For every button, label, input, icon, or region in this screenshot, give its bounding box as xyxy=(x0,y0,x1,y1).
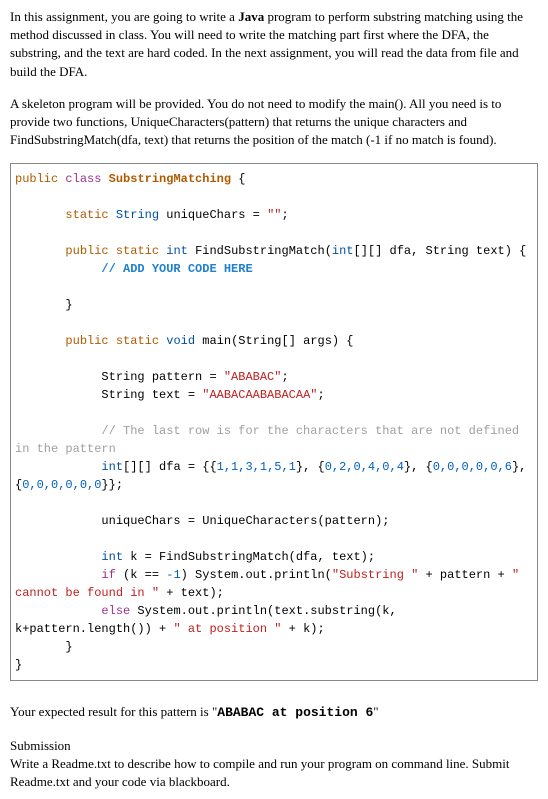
intro-text-2: A skeleton program will be provided. You… xyxy=(10,96,501,147)
comment: // The last row is for the characters th… xyxy=(15,424,526,456)
txt: k = FindSubstringMatch(dfa, text); xyxy=(123,550,375,564)
txt: ; xyxy=(281,370,288,384)
code-block: public class SubstringMatching { static … xyxy=(10,163,538,681)
brace: } xyxy=(65,298,72,312)
num: -1 xyxy=(166,568,180,582)
txt: }, { xyxy=(404,460,433,474)
txt: (k == xyxy=(116,568,166,582)
type: int xyxy=(101,550,123,564)
txt: uniqueChars = UniqueCharacters(pattern); xyxy=(101,514,389,528)
txt: ) System.out.println( xyxy=(181,568,332,582)
kw: static xyxy=(116,244,159,258)
type: void xyxy=(166,334,195,348)
kw: class xyxy=(65,172,101,186)
kw: static xyxy=(116,334,159,348)
txt: ; xyxy=(282,208,289,222)
str: " at position " xyxy=(173,622,281,636)
intro-paragraph-1: In this assignment, you are going to wri… xyxy=(10,8,538,81)
nums: 1,1,3,1,5,1 xyxy=(217,460,296,474)
java-bold: Java xyxy=(238,9,264,24)
brace: { xyxy=(231,172,245,186)
kw: public xyxy=(65,244,108,258)
kw: else xyxy=(101,604,130,618)
txt: uniqueChars = xyxy=(159,208,267,222)
str: "Substring " xyxy=(332,568,418,582)
nums: 0,0,0,0,0,0 xyxy=(22,478,101,492)
result-pre: Your expected result for this pattern is… xyxy=(10,704,217,719)
intro-text: In this assignment, you are going to wri… xyxy=(10,9,238,24)
txt: [][] dfa, String text) { xyxy=(354,244,527,258)
result-post: " xyxy=(373,704,378,719)
kw: static xyxy=(65,208,108,222)
str: "ABABAC" xyxy=(224,370,282,384)
txt: ; xyxy=(317,388,324,402)
type: int xyxy=(166,244,188,258)
todo-comment: // ADD YOUR CODE HERE xyxy=(101,262,252,276)
txt: [][] dfa = {{ xyxy=(123,460,217,474)
brace: } xyxy=(15,658,22,672)
txt: }}; xyxy=(101,478,123,492)
txt: String pattern = xyxy=(101,370,223,384)
type: int xyxy=(101,460,123,474)
classname: SubstringMatching xyxy=(109,172,231,186)
txt: String text = xyxy=(101,388,202,402)
str: "" xyxy=(267,208,281,222)
submission-heading: Submission xyxy=(10,737,538,755)
nums: 0,2,0,4,0,4 xyxy=(325,460,404,474)
kw: if xyxy=(101,568,115,582)
txt: main(String[] args) { xyxy=(195,334,353,348)
kw: public xyxy=(15,172,58,186)
txt: FindSubstringMatch( xyxy=(188,244,332,258)
submission-body: Write a Readme.txt to describe how to co… xyxy=(10,755,538,791)
txt: }, { xyxy=(296,460,325,474)
result-value: ABABAC at position 6 xyxy=(217,705,373,720)
txt: + k); xyxy=(281,622,324,636)
brace: } xyxy=(65,640,72,654)
kw: public xyxy=(65,334,108,348)
type: String xyxy=(116,208,159,222)
intro-paragraph-2: A skeleton program will be provided. You… xyxy=(10,95,538,150)
type: int xyxy=(332,244,354,258)
nums: 0,0,0,0,0,6 xyxy=(433,460,512,474)
submission-body-text: Write a Readme.txt to describe how to co… xyxy=(10,756,510,789)
submission-heading-text: Submission xyxy=(10,738,71,753)
expected-result: Your expected result for this pattern is… xyxy=(10,703,538,722)
txt: + text); xyxy=(159,586,224,600)
txt: + pattern + xyxy=(418,568,512,582)
str: "AABACAABABACAA" xyxy=(202,388,317,402)
